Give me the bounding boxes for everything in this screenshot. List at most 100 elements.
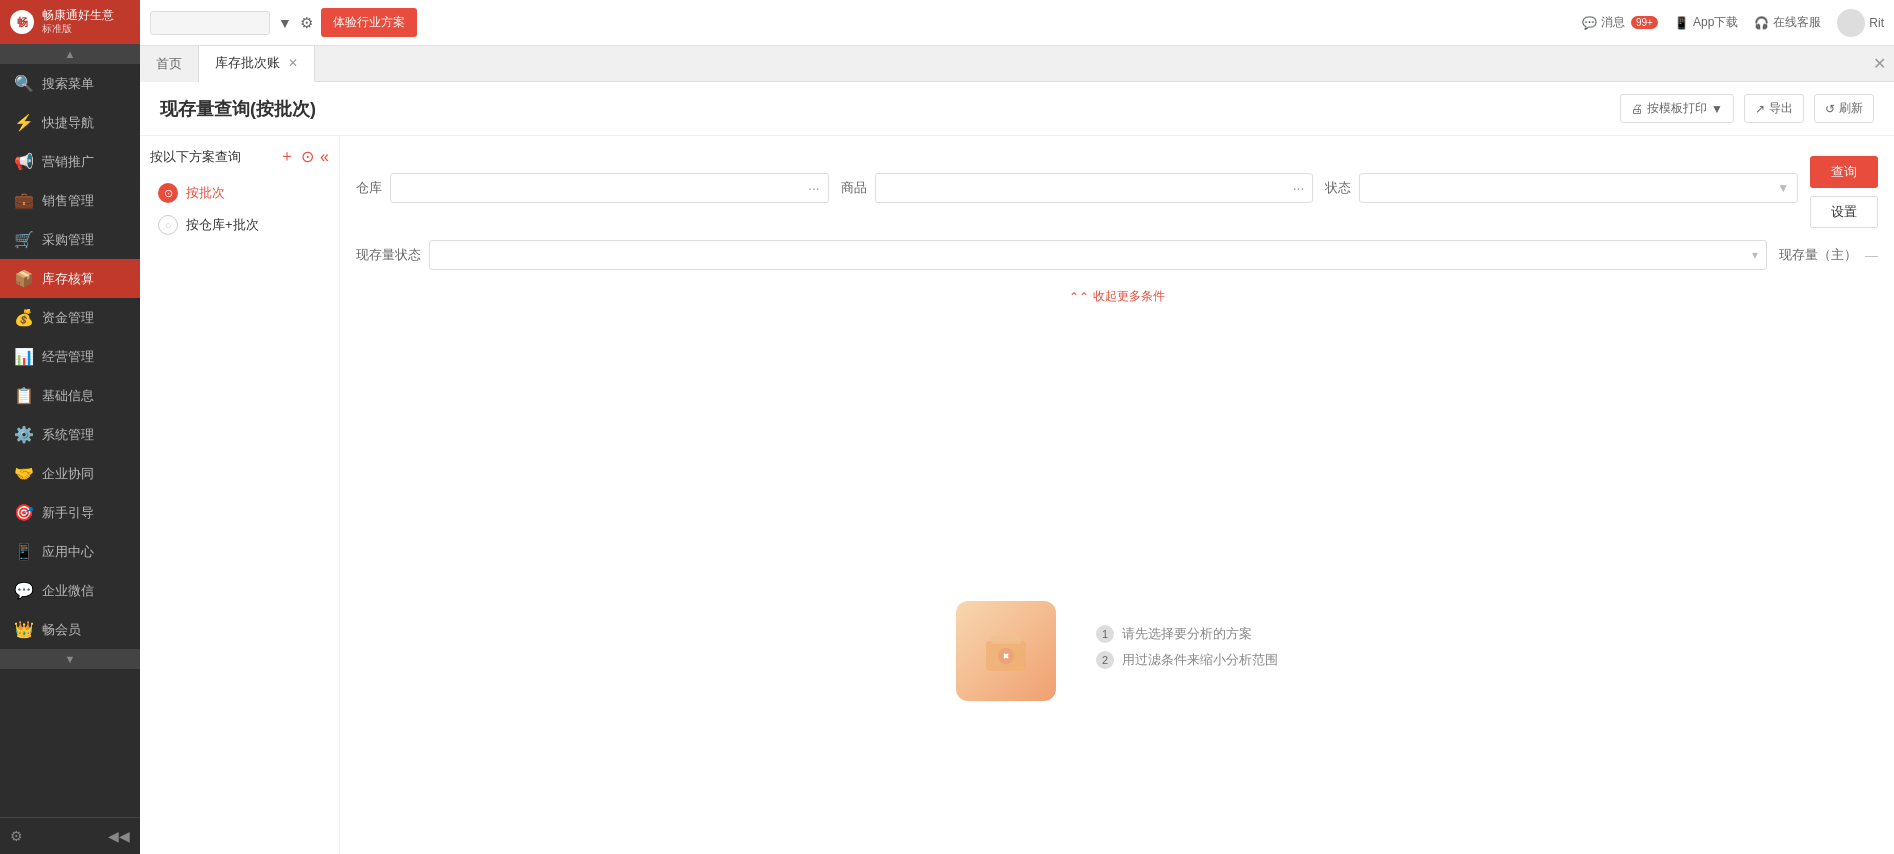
query-btn[interactable]: 查询 — [1810, 156, 1878, 188]
topbar-right: 💬 消息 99+ 📱 App下载 🎧 在线客服 Rit — [1582, 9, 1884, 37]
collapse-filter-btn[interactable]: « — [320, 146, 329, 167]
sidebar-item-enterprise[interactable]: 🤝 企业协同 — [0, 454, 140, 493]
message-badge: 99+ — [1631, 16, 1658, 29]
user-profile-btn[interactable]: Rit — [1837, 9, 1884, 37]
topbar-gear-btn[interactable]: ⚙ — [300, 14, 313, 32]
sidebar-scroll-down[interactable]: ▼ — [0, 649, 140, 669]
inventory-icon: 📦 — [14, 269, 34, 288]
sidebar-item-sales[interactable]: 💼 销售管理 — [0, 181, 140, 220]
stock-status-label: 现存量状态 — [356, 246, 421, 264]
scheme-warehouse-batch-icon: ○ — [158, 215, 178, 235]
scheme-item-warehouse-batch[interactable]: ○ 按仓库+批次 — [150, 209, 329, 241]
experience-btn[interactable]: 体验行业方案 — [321, 8, 417, 37]
stock-status-arrow: ▾ — [1752, 248, 1758, 262]
sidebar-item-enterprise-label: 企业协同 — [42, 465, 94, 483]
headset-icon: 🎧 — [1754, 16, 1769, 30]
template-print-btn[interactable]: 🖨 按模板打印 ▼ — [1620, 94, 1734, 123]
topbar-search-input[interactable] — [150, 11, 270, 35]
sidebar-brand: 畅康通好生意 标准版 — [42, 8, 114, 36]
sidebar-item-inventory-label: 库存核算 — [42, 270, 94, 288]
filter-sidebar-header: 按以下方案查询 ＋ ⊙ « — [150, 146, 329, 167]
product-more-btn[interactable]: ··· — [1293, 180, 1305, 196]
empty-illustration — [976, 621, 1036, 681]
stock-status-select[interactable]: ▾ — [429, 240, 1767, 270]
warehouse-more-btn[interactable]: ··· — [808, 180, 820, 196]
tab-close-btn[interactable]: ✕ — [288, 56, 298, 70]
settings-scheme-btn[interactable]: ⊙ — [301, 146, 314, 167]
warehouse-group: 仓库 ··· — [356, 173, 829, 203]
filter-row-1: 仓库 ··· 商品 ··· — [356, 148, 1878, 228]
sidebar-item-shortcut[interactable]: ⚡ 快捷导航 — [0, 103, 140, 142]
marketing-icon: 📢 — [14, 152, 34, 171]
warehouse-input[interactable] — [399, 181, 808, 195]
sidebar-item-guide-label: 新手引导 — [42, 504, 94, 522]
scheme-item-batch[interactable]: ⊙ 按批次 — [150, 177, 329, 209]
purchase-icon: 🛒 — [14, 230, 34, 249]
sidebar-logo: 畅 — [10, 10, 34, 34]
sidebar-item-guide[interactable]: 🎯 新手引导 — [0, 493, 140, 532]
sidebar-item-system[interactable]: ⚙️ 系统管理 — [0, 415, 140, 454]
collapse-up-icon: ⌃⌃ — [1069, 290, 1089, 304]
warehouse-input-wrap[interactable]: ··· — [390, 173, 829, 203]
sidebar-item-basic-label: 基础信息 — [42, 387, 94, 405]
sidebar-title: 畅康通好生意 — [42, 8, 114, 22]
finance-icon: 💰 — [14, 308, 34, 327]
sidebar-item-finance[interactable]: 💰 资金管理 — [0, 298, 140, 337]
sidebar-item-sales-label: 销售管理 — [42, 192, 94, 210]
status-group: 状态 ▼ — [1325, 173, 1798, 203]
sidebar-item-wechat-label: 企业微信 — [42, 582, 94, 600]
sidebar-subtitle: 标准版 — [42, 22, 114, 36]
sidebar-item-member-label: 畅会员 — [42, 621, 81, 639]
add-scheme-btn[interactable]: ＋ — [279, 146, 295, 167]
sidebar-item-finance-label: 资金管理 — [42, 309, 94, 327]
filter-settings-btn[interactable]: 设置 — [1810, 196, 1878, 228]
sidebar-footer: ⚙ ◀◀ — [0, 817, 140, 854]
message-label: 消息 — [1601, 14, 1625, 31]
status-select-arrow: ▼ — [1777, 181, 1789, 195]
scheme-warehouse-batch-label: 按仓库+批次 — [186, 216, 259, 234]
sidebar-item-purchase[interactable]: 🛒 采购管理 — [0, 220, 140, 259]
enterprise-icon: 🤝 — [14, 464, 34, 483]
quantity-group: 现存量（主） — — [1779, 246, 1878, 264]
sidebar-item-appstore[interactable]: 📱 应用中心 — [0, 532, 140, 571]
export-btn[interactable]: ↗ 导出 — [1744, 94, 1804, 123]
refresh-btn[interactable]: ↺ 刷新 — [1814, 94, 1874, 123]
product-input[interactable] — [884, 181, 1293, 195]
status-select[interactable]: ▼ — [1359, 173, 1798, 203]
sidebar-item-operations[interactable]: 📊 经营管理 — [0, 337, 140, 376]
topbar-dropdown-btn[interactable]: ▼ — [278, 15, 292, 31]
page-actions: 🖨 按模板打印 ▼ ↗ 导出 ↺ 刷新 — [1620, 94, 1874, 123]
message-btn[interactable]: 💬 消息 99+ — [1582, 14, 1658, 31]
sidebar-item-member[interactable]: 👑 畅会员 — [0, 610, 140, 649]
app-download-label: App下载 — [1693, 14, 1738, 31]
empty-state-content: 1 请先选择要分析的方案 2 用过滤条件来缩小分析范围 — [956, 601, 1278, 701]
sidebar-item-search[interactable]: 🔍 搜索菜单 — [0, 64, 140, 103]
settings-footer-btn[interactable]: ⚙ — [10, 828, 23, 844]
product-input-wrap[interactable]: ··· — [875, 173, 1314, 203]
sidebar-item-wechat[interactable]: 💬 企业微信 — [0, 571, 140, 610]
tab-batch-account[interactable]: 库存批次账 ✕ — [199, 46, 315, 82]
sidebar-item-basic[interactable]: 📋 基础信息 — [0, 376, 140, 415]
sidebar-scroll-up[interactable]: ▲ — [0, 44, 140, 64]
sidebar-item-shortcut-label: 快捷导航 — [42, 114, 94, 132]
sidebar-item-appstore-label: 应用中心 — [42, 543, 94, 561]
empty-step-1: 1 请先选择要分析的方案 — [1096, 625, 1278, 643]
stock-status-group: 现存量状态 ▾ — [356, 240, 1767, 270]
filter-area: 按以下方案查询 ＋ ⊙ « ⊙ 按批次 ○ 按仓库+批次 — [140, 136, 1894, 854]
sidebar-item-marketing[interactable]: 📢 营销推广 — [0, 142, 140, 181]
operations-icon: 📊 — [14, 347, 34, 366]
collapse-more-btn[interactable]: ⌃⌃ 收起更多条件 — [356, 280, 1878, 313]
sidebar-item-marketing-label: 营销推广 — [42, 153, 94, 171]
app-download-btn[interactable]: 📱 App下载 — [1674, 14, 1738, 31]
quantity-dash: — — [1865, 248, 1878, 263]
collapse-sidebar-btn[interactable]: ◀◀ — [108, 828, 130, 844]
content: 现存量查询(按批次) 🖨 按模板打印 ▼ ↗ 导出 ↺ 刷新 — [140, 82, 1894, 854]
tab-home-label: 首页 — [156, 55, 182, 73]
tabs-close-all-btn[interactable]: ✕ — [1873, 54, 1886, 73]
topbar: ▼ ⚙ 体验行业方案 💬 消息 99+ 📱 App下载 🎧 在线客服 Rit — [140, 0, 1894, 46]
page-header: 现存量查询(按批次) 🖨 按模板打印 ▼ ↗ 导出 ↺ 刷新 — [140, 82, 1894, 136]
sidebar-item-inventory[interactable]: 📦 库存核算 — [0, 259, 140, 298]
tabs: 首页 库存批次账 ✕ ✕ — [140, 46, 1894, 82]
tab-home[interactable]: 首页 — [140, 46, 199, 82]
online-service-btn[interactable]: 🎧 在线客服 — [1754, 14, 1821, 31]
